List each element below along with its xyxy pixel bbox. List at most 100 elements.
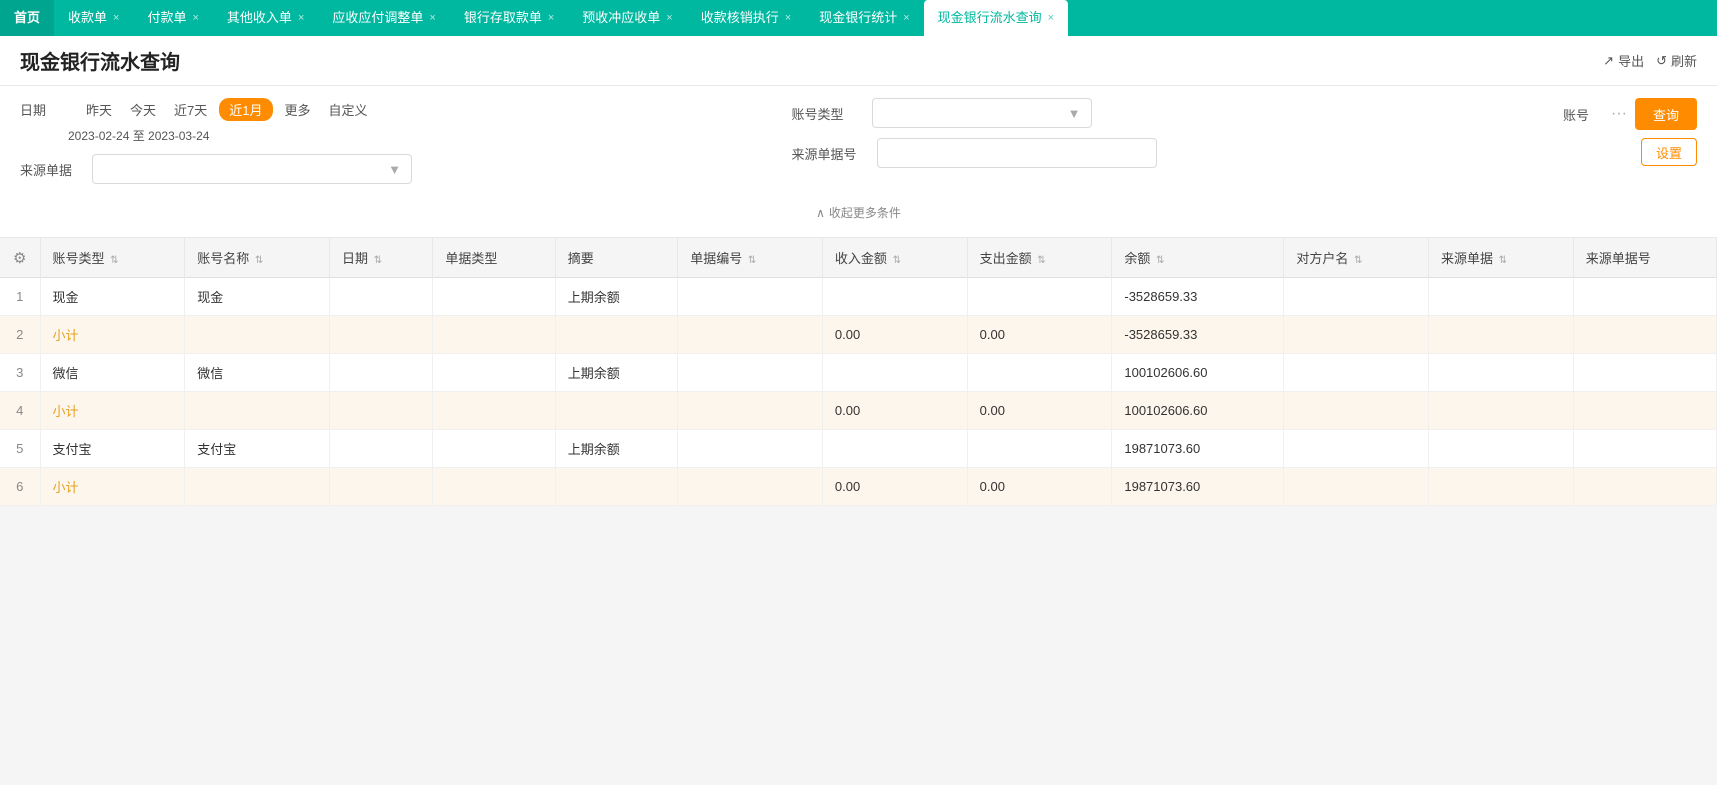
col-source-doc-no: 来源单据号 bbox=[1573, 238, 1716, 278]
nav-item-payment[interactable]: 付款单 × bbox=[133, 0, 212, 36]
close-payment-icon[interactable]: × bbox=[192, 0, 198, 36]
nav-item-home[interactable]: 首页 bbox=[0, 0, 54, 36]
date-range-row: 2023-02-24 至 2023-03-24 bbox=[20, 127, 772, 144]
date-options: 昨天 今天 近7天 近1月 更多 自定义 bbox=[80, 98, 374, 121]
nav-item-prepay[interactable]: 预收冲应收单 × bbox=[568, 0, 686, 36]
source-doc-select[interactable]: ▼ bbox=[92, 154, 412, 184]
page-header: 现金银行流水查询 ↗ 导出 ↺ 刷新 bbox=[0, 36, 1717, 86]
col-account-type: 账号类型 ⇅ bbox=[40, 238, 185, 278]
col-doc-type: 单据类型 bbox=[433, 238, 555, 278]
col-balance-label: 余额 bbox=[1124, 251, 1150, 266]
nav-item-receipt[interactable]: 收款单 × bbox=[54, 0, 133, 36]
nav-item-cash-flow[interactable]: 现金银行流水查询 × bbox=[924, 0, 1068, 36]
table-row[interactable]: 5支付宝支付宝上期余额19871073.60 bbox=[0, 430, 1717, 468]
table-row[interactable]: 3微信微信上期余额100102606.60 bbox=[0, 354, 1717, 392]
col-counterpart: 对方户名 ⇅ bbox=[1284, 238, 1429, 278]
close-prepay-icon[interactable]: × bbox=[666, 0, 672, 36]
nav-cash-stat-label: 现金银行统计 bbox=[819, 0, 897, 36]
collapse-label: 收起更多条件 bbox=[829, 204, 901, 221]
date-option-today[interactable]: 今天 bbox=[124, 98, 162, 121]
source-doc-filter-row: 来源单据 ▼ bbox=[20, 154, 772, 184]
refresh-button[interactable]: ↺ 刷新 bbox=[1656, 51, 1697, 70]
date-label: 日期 bbox=[20, 100, 60, 119]
account-no-dots[interactable]: ··· bbox=[1611, 105, 1627, 123]
col-doc-type-label: 单据类型 bbox=[445, 251, 497, 266]
collapse-up-icon: ∧ bbox=[816, 206, 825, 220]
data-table: ⚙ 账号类型 ⇅ 账号名称 ⇅ 日期 ⇅ 单据类型 摘要 bbox=[0, 238, 1717, 506]
close-bank-deposit-icon[interactable]: × bbox=[548, 0, 554, 36]
col-doc-no: 单据编号 ⇅ bbox=[678, 238, 823, 278]
nav-item-ar-ap-adjust[interactable]: 应收应付调整单 × bbox=[318, 0, 449, 36]
nav-cash-flow-label: 现金银行流水查询 bbox=[938, 0, 1042, 36]
col-gear: ⚙ bbox=[0, 238, 40, 278]
sort-counterpart-icon[interactable]: ⇅ bbox=[1354, 255, 1362, 266]
collapse-row: ∧ 收起更多条件 bbox=[20, 200, 1697, 225]
nav-receipt-label: 收款单 bbox=[68, 0, 107, 36]
col-date-label: 日期 bbox=[342, 251, 368, 266]
sort-account-name-icon[interactable]: ⇅ bbox=[255, 255, 263, 266]
account-type-select[interactable]: ▼ bbox=[872, 98, 1092, 128]
refresh-label: 刷新 bbox=[1671, 51, 1697, 70]
nav-item-bank-deposit[interactable]: 银行存取款单 × bbox=[450, 0, 568, 36]
close-cash-stat-icon[interactable]: × bbox=[903, 0, 909, 36]
sort-balance-icon[interactable]: ⇅ bbox=[1156, 255, 1164, 266]
date-filter-row: 日期 昨天 今天 近7天 近1月 更多 自定义 bbox=[20, 98, 772, 121]
col-expense-label: 支出金额 bbox=[980, 251, 1032, 266]
nav-bank-deposit-label: 银行存取款单 bbox=[464, 0, 542, 36]
date-option-yesterday[interactable]: 昨天 bbox=[80, 98, 118, 121]
close-receipt-icon[interactable]: × bbox=[113, 0, 119, 36]
table-header-row: ⚙ 账号类型 ⇅ 账号名称 ⇅ 日期 ⇅ 单据类型 摘要 bbox=[0, 238, 1717, 278]
nav-ar-ap-label: 应收应付调整单 bbox=[332, 0, 423, 36]
source-doc-no-filter-row: 来源单据号 bbox=[792, 138, 1544, 168]
source-doc-no-label: 来源单据号 bbox=[792, 144, 857, 163]
sort-source-doc-icon[interactable]: ⇅ bbox=[1499, 255, 1507, 266]
col-income: 收入金额 ⇅ bbox=[822, 238, 967, 278]
col-summary: 摘要 bbox=[555, 238, 677, 278]
table-row[interactable]: 2小计0.000.00-3528659.33 bbox=[0, 316, 1717, 354]
date-option-7days[interactable]: 近7天 bbox=[168, 98, 213, 121]
date-option-custom[interactable]: 自定义 bbox=[323, 98, 374, 121]
table-row[interactable]: 6小计0.000.0019871073.60 bbox=[0, 468, 1717, 506]
sort-date-icon[interactable]: ⇅ bbox=[374, 255, 382, 266]
source-doc-label: 来源单据 bbox=[20, 160, 72, 179]
nav-item-receipt-verify[interactable]: 收款核销执行 × bbox=[687, 0, 805, 36]
sort-doc-no-icon[interactable]: ⇅ bbox=[748, 255, 756, 266]
col-source-doc-no-label: 来源单据号 bbox=[1586, 251, 1651, 266]
sort-expense-icon[interactable]: ⇅ bbox=[1037, 255, 1045, 266]
collapse-button[interactable]: ∧ 收起更多条件 bbox=[816, 204, 901, 221]
col-source-doc: 来源单据 ⇅ bbox=[1429, 238, 1574, 278]
account-no-label: 账号 bbox=[1563, 105, 1603, 124]
query-button[interactable]: 查询 bbox=[1635, 98, 1697, 130]
col-summary-label: 摘要 bbox=[568, 251, 594, 266]
col-date: 日期 ⇅ bbox=[329, 238, 432, 278]
date-option-more[interactable]: 更多 bbox=[279, 98, 317, 121]
nav-payment-label: 付款单 bbox=[147, 0, 186, 36]
sort-income-icon[interactable]: ⇅ bbox=[893, 255, 901, 266]
source-doc-arrow-icon: ▼ bbox=[388, 162, 401, 177]
col-income-label: 收入金额 bbox=[835, 251, 887, 266]
page-title: 现金银行流水查询 bbox=[20, 46, 180, 75]
nav-home-label: 首页 bbox=[14, 0, 40, 36]
col-source-doc-label: 来源单据 bbox=[1441, 251, 1493, 266]
header-actions: ↗ 导出 ↺ 刷新 bbox=[1603, 51, 1697, 70]
close-other-income-icon[interactable]: × bbox=[298, 0, 304, 36]
nav-item-other-income[interactable]: 其他收入单 × bbox=[213, 0, 318, 36]
close-receipt-verify-icon[interactable]: × bbox=[785, 0, 791, 36]
nav-item-cash-bank-stat[interactable]: 现金银行统计 × bbox=[805, 0, 923, 36]
sort-account-type-icon[interactable]: ⇅ bbox=[110, 255, 118, 266]
export-button[interactable]: ↗ 导出 bbox=[1603, 51, 1644, 70]
close-ar-ap-icon[interactable]: × bbox=[429, 0, 435, 36]
gear-icon[interactable]: ⚙ bbox=[13, 250, 26, 267]
col-balance: 余额 ⇅ bbox=[1112, 238, 1284, 278]
date-option-1month[interactable]: 近1月 bbox=[219, 98, 272, 121]
source-doc-no-input[interactable] bbox=[877, 138, 1157, 168]
account-type-label: 账号类型 bbox=[792, 104, 852, 123]
table-row[interactable]: 1现金现金上期余额-3528659.33 bbox=[0, 278, 1717, 316]
close-cash-flow-icon[interactable]: × bbox=[1048, 0, 1054, 36]
table-row[interactable]: 4小计0.000.00100102606.60 bbox=[0, 392, 1717, 430]
nav-receipt-verify-label: 收款核销执行 bbox=[701, 0, 779, 36]
account-type-arrow-icon: ▼ bbox=[1068, 106, 1081, 121]
date-range-display: 2023-02-24 至 2023-03-24 bbox=[68, 127, 209, 144]
settings-button[interactable]: 设置 bbox=[1641, 138, 1697, 166]
col-account-name-label: 账号名称 bbox=[197, 251, 249, 266]
